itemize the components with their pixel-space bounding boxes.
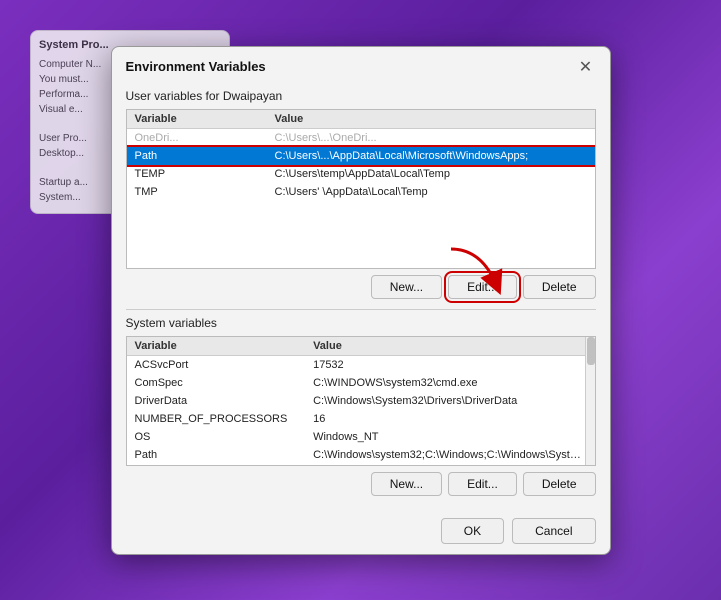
sys-table-row[interactable]: ACSvcPort17532: [127, 355, 595, 374]
user-buttons-row: New... Edit... Delete: [126, 275, 596, 299]
user-row-variable: Path: [127, 147, 267, 165]
user-row-value: C:\Users\...\OneDri...: [267, 128, 595, 147]
sys-row-value: C:\WINDOWS\system32\cmd.exe: [305, 374, 594, 392]
sys-row-variable: OS: [127, 428, 306, 446]
sys-row-variable: DriverData: [127, 392, 306, 410]
sys-row-variable: PATHEXT: [127, 464, 306, 466]
system-section-label: System variables: [126, 316, 596, 330]
user-section-label: User variables for Dwaipayan: [126, 89, 596, 103]
system-new-button[interactable]: New...: [371, 472, 442, 496]
ok-button[interactable]: OK: [441, 518, 504, 544]
sys-row-value: 17532: [305, 355, 594, 374]
system-edit-button[interactable]: Edit...: [448, 472, 517, 496]
user-row-value: C:\Users' \AppData\Local\Temp: [267, 183, 595, 201]
user-row-value: C:\Users\...\AppData\Local\Microsoft\Win…: [267, 147, 595, 165]
sys-row-value: C:\Windows\system32;C:\Windows;C:\Window…: [305, 446, 594, 464]
cancel-button[interactable]: Cancel: [512, 518, 595, 544]
user-row-variable: TMP: [127, 183, 267, 201]
user-row-value: C:\Users\temp\AppData\Local\Temp: [267, 165, 595, 183]
user-new-button[interactable]: New...: [371, 275, 442, 299]
user-delete-button[interactable]: Delete: [523, 275, 596, 299]
system-variables-table: Variable Value ACSvcPort17532ComSpecC:\W…: [126, 336, 596, 466]
system-buttons-row: New... Edit... Delete: [126, 472, 596, 496]
sys-header-value: Value: [305, 337, 594, 356]
sys-row-variable: NUMBER_OF_PROCESSORS: [127, 410, 306, 428]
user-table-row[interactable]: TMPC:\Users' \AppData\Local\Temp: [127, 183, 595, 201]
user-variables-table: Variable Value OneDri...C:\Users\...\One…: [126, 109, 596, 269]
user-row-variable: OneDri...: [127, 128, 267, 147]
user-table-row[interactable]: OneDri...C:\Users\...\OneDri...: [127, 128, 595, 147]
user-row-variable: TEMP: [127, 165, 267, 183]
scrollbar-thumb[interactable]: [587, 337, 595, 365]
sys-var-table: Variable Value ACSvcPort17532ComSpecC:\W…: [127, 337, 595, 466]
user-table-row[interactable]: PathC:\Users\...\AppData\Local\Microsoft…: [127, 147, 595, 165]
close-button[interactable]: ✕: [576, 57, 596, 77]
environment-variables-dialog: Environment Variables ✕ User variables f…: [111, 46, 611, 555]
sys-row-variable: ACSvcPort: [127, 355, 306, 374]
user-table-header-row: Variable Value: [127, 110, 595, 129]
sys-table-header-row: Variable Value: [127, 337, 595, 356]
sys-header-variable: Variable: [127, 337, 306, 356]
scrollbar-track[interactable]: [585, 337, 595, 465]
sys-table-row[interactable]: DriverDataC:\Windows\System32\Drivers\Dr…: [127, 392, 595, 410]
sys-row-value: C:\Windows\System32\Drivers\DriverData: [305, 392, 594, 410]
sys-table-row[interactable]: OSWindows_NT: [127, 428, 595, 446]
sys-table-row[interactable]: PathC:\Windows\system32;C:\Windows;C:\Wi…: [127, 446, 595, 464]
sys-table-row[interactable]: PATHEXT.COM;.EXE;.BAT;.CMD;.VBS;.VBE;.JS…: [127, 464, 595, 466]
dialog-content: User variables for Dwaipayan Variable Va…: [112, 89, 610, 510]
header-variable: Variable: [127, 110, 267, 129]
user-var-table: Variable Value OneDri...C:\Users\...\One…: [127, 110, 595, 201]
sys-row-value: 16: [305, 410, 594, 428]
dialog-titlebar: Environment Variables ✕: [112, 47, 610, 85]
sys-row-value: .COM;.EXE;.BAT;.CMD;.VBS;.VBE;.JS;.JSE;.…: [305, 464, 594, 466]
sys-row-variable: ComSpec: [127, 374, 306, 392]
sys-row-value: Windows_NT: [305, 428, 594, 446]
dialog-title: Environment Variables: [126, 59, 266, 74]
user-edit-button[interactable]: Edit...: [448, 275, 517, 299]
header-value: Value: [267, 110, 595, 129]
user-table-row[interactable]: TEMPC:\Users\temp\AppData\Local\Temp: [127, 165, 595, 183]
dialog-footer: OK Cancel: [112, 510, 610, 554]
sys-table-row[interactable]: ComSpecC:\WINDOWS\system32\cmd.exe: [127, 374, 595, 392]
sys-table-row[interactable]: NUMBER_OF_PROCESSORS16: [127, 410, 595, 428]
system-delete-button[interactable]: Delete: [523, 472, 596, 496]
sys-row-variable: Path: [127, 446, 306, 464]
dialog-overlay: Environment Variables ✕ User variables f…: [0, 0, 721, 600]
section-separator: [126, 309, 596, 310]
